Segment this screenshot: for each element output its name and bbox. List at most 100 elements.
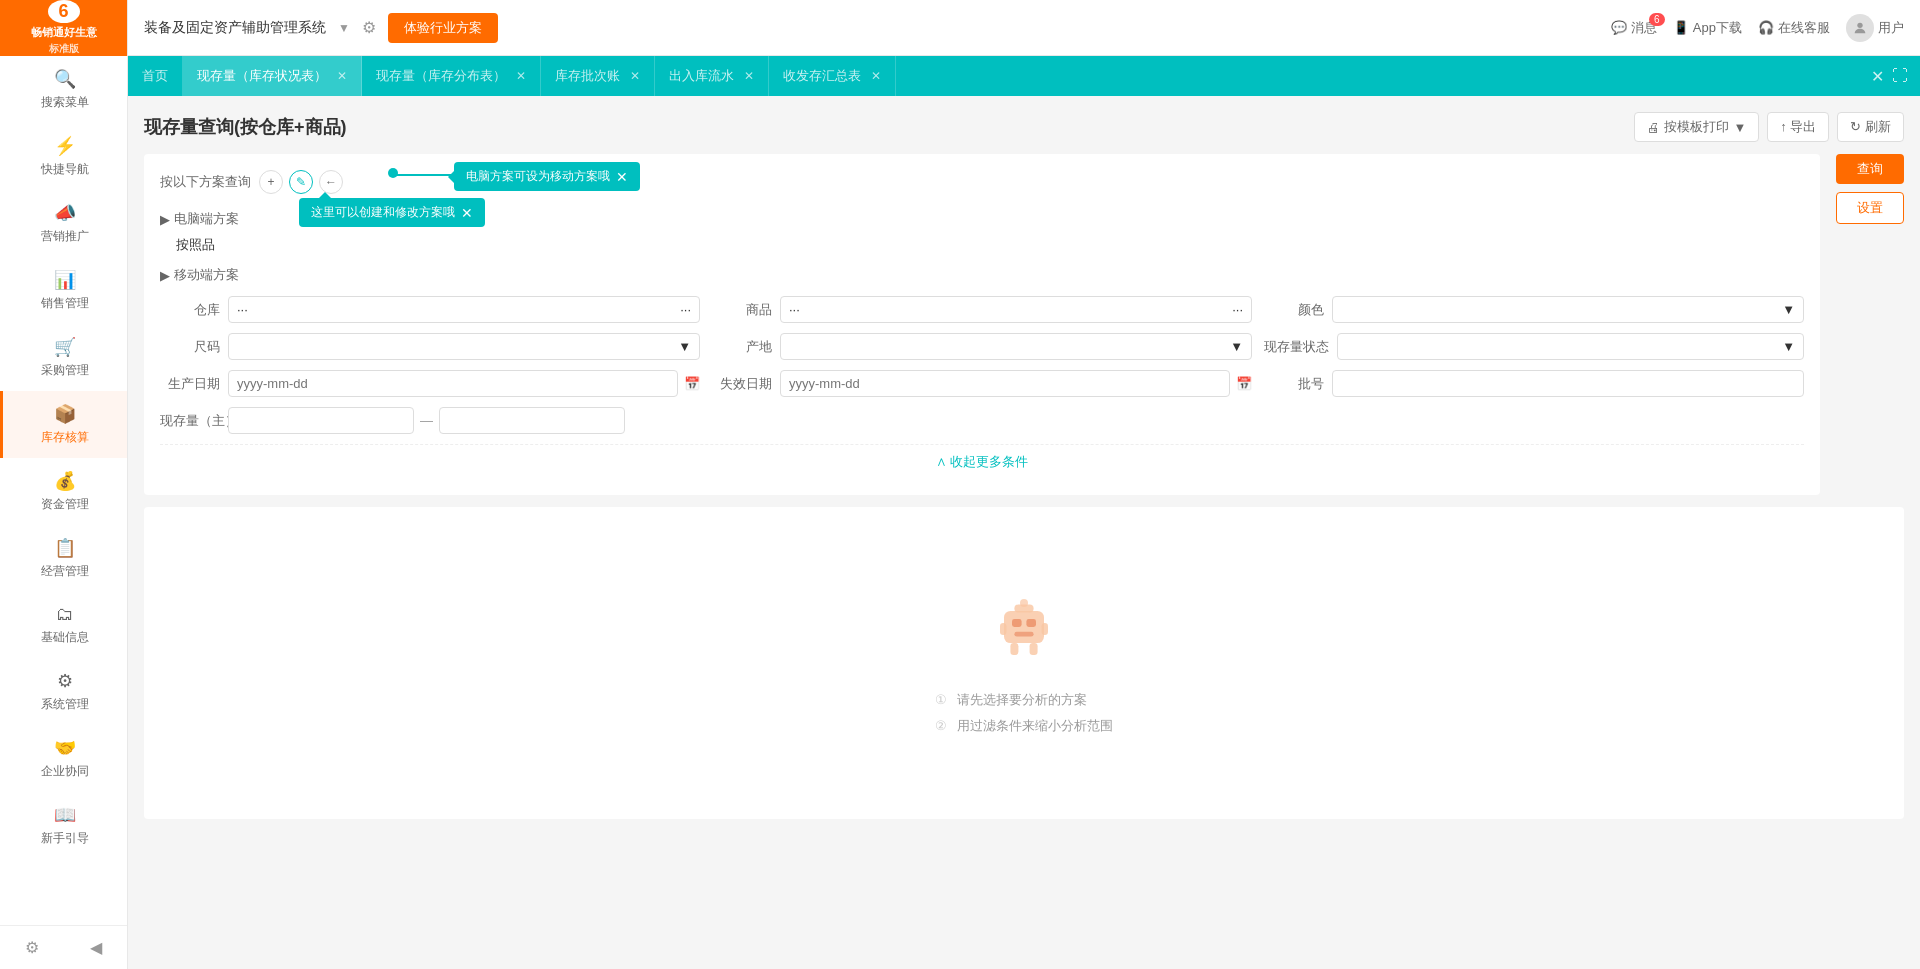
- edit-scheme-button[interactable]: ✎: [289, 170, 313, 194]
- sidebar-item-guide[interactable]: 📖 新手引导: [0, 792, 127, 859]
- stock-qty-from[interactable]: [228, 407, 414, 434]
- tab-in-out-flow[interactable]: 出入库流水 ✕: [655, 56, 769, 96]
- chevron-up-icon: ∧: [936, 454, 947, 469]
- expiry-date-from[interactable]: [780, 370, 1230, 397]
- tab-collect-summary-label: 收发存汇总表: [783, 67, 861, 85]
- user-item[interactable]: 用户: [1846, 14, 1904, 42]
- header: 装备及固定资产辅助管理系统 ▼ ⚙ 体验行业方案 💬 消息 6 📱 App下载 …: [128, 0, 1920, 56]
- app-logo: 6 畅销通好生意 标准版: [0, 0, 127, 56]
- more-icon: ···: [680, 302, 691, 317]
- warehouse-select[interactable]: ··· ···: [228, 296, 700, 323]
- tab-close-icon[interactable]: ✕: [337, 69, 347, 83]
- tab-collect-summary[interactable]: 收发存汇总表 ✕: [769, 56, 896, 96]
- sidebar-collapse-icon[interactable]: ◀: [86, 934, 106, 961]
- field-expiry-date: 失效日期 📅: [712, 370, 1252, 397]
- sidebar-item-search[interactable]: 🔍 搜索菜单: [0, 56, 127, 123]
- phone-icon: 📱: [1673, 20, 1689, 35]
- svg-rect-6: [1042, 623, 1048, 635]
- calendar-icon-prod[interactable]: 📅: [684, 376, 700, 391]
- solution-button[interactable]: 体验行业方案: [388, 13, 498, 43]
- app-download-item[interactable]: 📱 App下载: [1673, 19, 1742, 37]
- sidebar-item-marketing[interactable]: 📣 营销推广: [0, 190, 127, 257]
- sidebar-item-quick-nav[interactable]: ⚡ 快捷导航: [0, 123, 127, 190]
- message-item[interactable]: 💬 消息 6: [1611, 19, 1657, 37]
- production-date-from[interactable]: [228, 370, 678, 397]
- color-select[interactable]: ▼: [1332, 296, 1804, 323]
- sidebar-item-sales[interactable]: 📊 销售管理: [0, 257, 127, 324]
- scheme-group-mobile-header[interactable]: ▶ 移动端方案: [160, 262, 1804, 288]
- sidebar-item-purchase[interactable]: 🛒 采购管理: [0, 324, 127, 391]
- more-conditions[interactable]: ∧ 收起更多条件: [160, 444, 1804, 479]
- size-select[interactable]: ▼: [228, 333, 700, 360]
- system-dropdown-icon[interactable]: ▼: [338, 21, 350, 35]
- field-product: 商品 ··· ···: [712, 296, 1252, 323]
- main-area: 装备及固定资产辅助管理系统 ▼ ⚙ 体验行业方案 💬 消息 6 📱 App下载 …: [128, 0, 1920, 969]
- tab-inventory-dist-label: 现存量（库存分布表）: [376, 67, 506, 85]
- folder-icon: 🗂: [56, 604, 74, 625]
- field-batch-no: 批号: [1264, 370, 1804, 397]
- scheme-group-mobile: ▶ 移动端方案: [160, 262, 1804, 288]
- search-icon: 🔍: [54, 68, 76, 90]
- chevron-right-icon: ▶: [160, 268, 170, 283]
- stock-qty-to[interactable]: [439, 407, 625, 434]
- origin-select[interactable]: ▼: [780, 333, 1252, 360]
- filter-row-4: 现存量（主） —: [160, 407, 1804, 434]
- sidebar-item-operations[interactable]: 📋 经营管理: [0, 525, 127, 592]
- tab-batch-account[interactable]: 库存批次账 ✕: [541, 56, 655, 96]
- sidebar-item-label: 资金管理: [41, 496, 89, 513]
- sidebar-item-label: 销售管理: [41, 295, 89, 312]
- product-label: 商品: [712, 301, 772, 319]
- sidebar-settings-icon[interactable]: ⚙: [21, 934, 43, 961]
- header-right: 💬 消息 6 📱 App下载 🎧 在线客服 用户: [1611, 14, 1904, 42]
- tab-close-icon[interactable]: ✕: [871, 69, 881, 83]
- tab-close-icon[interactable]: ✕: [744, 69, 754, 83]
- scheme-group-mobile-label: 移动端方案: [174, 266, 239, 284]
- sidebar-item-basics[interactable]: 🗂 基础信息: [0, 592, 127, 658]
- add-scheme-button[interactable]: +: [259, 170, 283, 194]
- header-settings-icon[interactable]: ⚙: [362, 18, 376, 37]
- scheme-tooltip-close[interactable]: ✕: [616, 169, 628, 185]
- tab-close-icon[interactable]: ✕: [630, 69, 640, 83]
- sidebar-item-system[interactable]: ⚙ 系统管理: [0, 658, 127, 725]
- tab-home[interactable]: 首页: [128, 56, 183, 96]
- search-btn-group: 查询 设置: [1836, 154, 1904, 224]
- tab-maximize-icon[interactable]: ⛶: [1892, 67, 1908, 86]
- search-button[interactable]: 查询: [1836, 154, 1904, 184]
- batch-no-input[interactable]: [1332, 370, 1804, 397]
- content-area: 现存量查询(按仓库+商品) 🖨 按模板打印 ▼ ↑ 导出 ↻ 刷新: [128, 96, 1920, 969]
- reset-button[interactable]: 设置: [1836, 192, 1904, 224]
- stock-status-select[interactable]: ▼: [1337, 333, 1804, 360]
- sidebar-item-inventory[interactable]: 📦 库存核算: [0, 391, 127, 458]
- tab-close-all-icon[interactable]: ✕: [1871, 67, 1884, 86]
- app-badge: 标准版: [49, 42, 79, 56]
- sidebar-item-enterprise[interactable]: 🤝 企业协同: [0, 725, 127, 792]
- app-name: 畅销通好生意: [31, 25, 97, 40]
- edit-tooltip-close[interactable]: ✕: [461, 205, 473, 221]
- tab-close-icon[interactable]: ✕: [516, 69, 526, 83]
- sidebar-item-label: 企业协同: [41, 763, 89, 780]
- stock-status-label: 现存量状态: [1264, 338, 1329, 356]
- field-production-date: 生产日期 📅: [160, 370, 700, 397]
- chart-icon: 📊: [54, 269, 76, 291]
- template-print-button[interactable]: 🖨 按模板打印 ▼: [1634, 112, 1759, 142]
- header-left: 装备及固定资产辅助管理系统 ▼ ⚙ 体验行业方案: [144, 13, 498, 43]
- online-service-item[interactable]: 🎧 在线客服: [1758, 19, 1830, 37]
- tab-inventory-dist[interactable]: 现存量（库存分布表） ✕: [362, 56, 541, 96]
- tab-in-out-flow-label: 出入库流水: [669, 67, 734, 85]
- calendar-icon-exp[interactable]: 📅: [1236, 376, 1252, 391]
- refresh-button[interactable]: ↻ 刷新: [1837, 112, 1904, 142]
- dropdown-arrow-icon: ▼: [1733, 120, 1746, 135]
- chevron-down-icon: ▼: [1782, 339, 1795, 354]
- back-scheme-button[interactable]: ←: [319, 170, 343, 194]
- cart-icon: 🛒: [54, 336, 76, 358]
- svg-rect-7: [1010, 643, 1018, 655]
- product-select[interactable]: ··· ···: [780, 296, 1252, 323]
- export-button[interactable]: ↑ 导出: [1767, 112, 1829, 142]
- sidebar-item-finance[interactable]: 💰 资金管理: [0, 458, 127, 525]
- scheme-item-desktop-0[interactable]: 按照品: [160, 232, 1804, 258]
- tab-home-label: 首页: [142, 67, 168, 85]
- more-icon: ···: [1232, 302, 1243, 317]
- page-title: 现存量查询(按仓库+商品): [144, 115, 347, 139]
- tab-inventory-status[interactable]: 现存量（库存状况表） ✕: [183, 56, 362, 96]
- sidebar-bottom: ⚙ ◀: [0, 925, 127, 969]
